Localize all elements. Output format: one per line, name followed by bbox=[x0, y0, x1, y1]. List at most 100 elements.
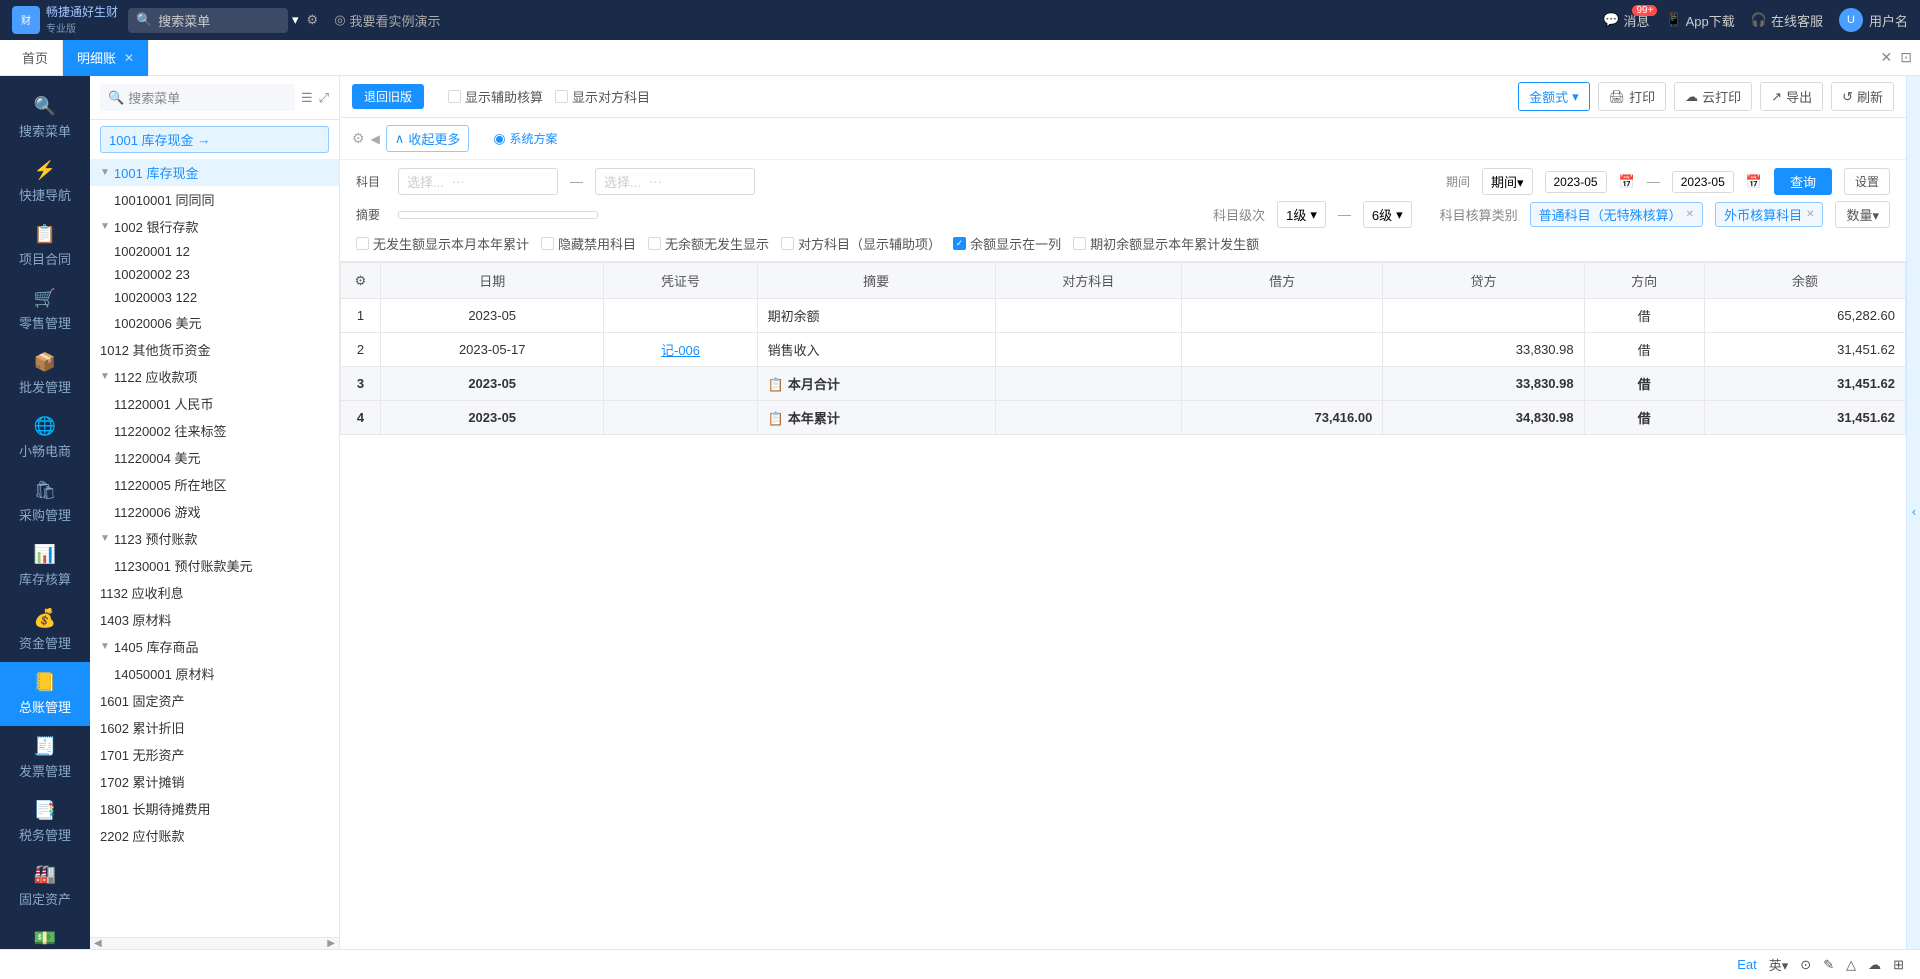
filter-config-icon[interactable]: ⚙ bbox=[352, 130, 365, 147]
tree-node-1601[interactable]: 1601 固定资产 bbox=[90, 687, 339, 714]
bottom-icon-4[interactable]: ☁ bbox=[1868, 957, 1881, 973]
tree-toggle-1405[interactable]: ▼ bbox=[100, 641, 110, 652]
eat-button[interactable]: Eat bbox=[1737, 957, 1757, 972]
tree-toggle-1001[interactable]: ▼ bbox=[100, 167, 110, 178]
query-button[interactable]: 查询 bbox=[1774, 168, 1832, 195]
tree-node-1602[interactable]: 1602 累计折旧 bbox=[90, 714, 339, 741]
summary-input[interactable] bbox=[398, 211, 598, 219]
period-end-input[interactable]: 2023-05 bbox=[1672, 171, 1734, 193]
export-button[interactable]: ↗ 导出 bbox=[1760, 82, 1823, 111]
bottom-icon-3[interactable]: △ bbox=[1846, 957, 1856, 973]
tree-node-1001[interactable]: ▼ 1001 库存现金 bbox=[90, 159, 339, 186]
sidebar-item-quick[interactable]: ⚡ 快捷导航 bbox=[0, 150, 90, 214]
tree-node-11220004[interactable]: 11220004 美元 bbox=[90, 444, 339, 471]
tree-node-1702[interactable]: 1702 累计摊销 bbox=[90, 768, 339, 795]
tree-node-11220005[interactable]: 11220005 所在地区 bbox=[90, 471, 339, 498]
cb-no-balance2[interactable]: 无余额无发生显示 bbox=[648, 234, 769, 253]
sidebar-item-wholesale[interactable]: 📦 批发管理 bbox=[0, 342, 90, 406]
tree-node-10020006[interactable]: 10020006 美元 bbox=[90, 309, 339, 336]
tree-node-11220001[interactable]: 11220001 人民币 bbox=[90, 390, 339, 417]
col-gear[interactable]: ⚙ bbox=[341, 263, 381, 299]
window-restore-icon[interactable]: ⊡ bbox=[1900, 49, 1912, 66]
tree-node-1132[interactable]: 1132 应收利息 bbox=[90, 579, 339, 606]
tree-node-11220002[interactable]: 11220002 往来标签 bbox=[90, 417, 339, 444]
account-list-view-icon[interactable]: ☰ bbox=[301, 90, 313, 106]
tab-home[interactable]: 首页 bbox=[8, 40, 63, 76]
tree-toggle-1122[interactable]: ▼ bbox=[100, 371, 110, 382]
tree-node-14050001[interactable]: 14050001 原材料 bbox=[90, 660, 339, 687]
tree-node-11220006[interactable]: 11220006 游戏 bbox=[90, 498, 339, 525]
qty-button[interactable]: 数量▾ bbox=[1835, 201, 1890, 228]
tree-node-10020002[interactable]: 10020002 23 bbox=[90, 263, 339, 286]
tree-toggle-1002[interactable]: ▼ bbox=[100, 221, 110, 232]
account-search-input[interactable]: 🔍 搜索菜单 bbox=[100, 84, 295, 111]
sidebar-item-general[interactable]: 📒 总账管理 bbox=[0, 662, 90, 726]
sidebar-item-purchase[interactable]: 🛍 采购管理 bbox=[0, 470, 90, 534]
cb-period-balance[interactable]: 期初余额显示本年累计发生额 bbox=[1073, 234, 1259, 253]
bottom-icon-1[interactable]: ⊙ bbox=[1800, 957, 1811, 973]
sidebar-item-project[interactable]: 📋 项目合同 bbox=[0, 214, 90, 278]
refresh-button[interactable]: ↺ 刷新 bbox=[1831, 82, 1894, 111]
sidebar-item-retail[interactable]: 🛒 零售管理 bbox=[0, 278, 90, 342]
scroll-right-arrow[interactable]: ▶ bbox=[327, 938, 335, 949]
global-search[interactable]: 🔍 搜索菜单 bbox=[128, 8, 288, 33]
sidebar-item-search[interactable]: 🔍 搜索菜单 bbox=[0, 86, 90, 150]
cell-voucher-2[interactable]: 记-006 bbox=[604, 333, 757, 367]
type-tag-1-close[interactable]: ✕ bbox=[1806, 209, 1814, 220]
filter-collapse-arrow[interactable]: ◀ bbox=[371, 132, 380, 146]
selected-account-tag[interactable]: 1001 库存现金 → bbox=[100, 126, 329, 153]
bottom-icon-2[interactable]: ✎ bbox=[1823, 957, 1834, 973]
period-end-calendar-icon[interactable]: 📅 bbox=[1746, 174, 1762, 190]
sidebar-item-salary[interactable]: 💵 工资 bbox=[0, 918, 90, 949]
message-button[interactable]: 💬 消息 99+ bbox=[1603, 11, 1649, 30]
bottom-icon-5[interactable]: ⊞ bbox=[1893, 957, 1904, 973]
settings-icon[interactable]: ⚙ bbox=[307, 12, 319, 28]
cloud-print-button[interactable]: ☁ 云打印 bbox=[1674, 82, 1752, 111]
back-to-old-button[interactable]: 退回旧版 bbox=[352, 84, 424, 109]
print-button[interactable]: 🖨 打印 bbox=[1598, 82, 1667, 111]
type-tag-0[interactable]: 普通科目（无特殊核算） ✕ bbox=[1530, 202, 1703, 227]
tree-node-1701[interactable]: 1701 无形资产 bbox=[90, 741, 339, 768]
sidebar-item-invoice[interactable]: 🧾 发票管理 bbox=[0, 726, 90, 790]
tree-node-1801[interactable]: 1801 长期待摊费用 bbox=[90, 795, 339, 822]
language-button[interactable]: 英▾ bbox=[1769, 955, 1789, 974]
sidebar-item-capital[interactable]: 💰 资金管理 bbox=[0, 598, 90, 662]
level-start-select[interactable]: 1级 ▾ bbox=[1277, 201, 1326, 228]
tree-node-1405[interactable]: ▼ 1405 库存商品 bbox=[90, 633, 339, 660]
tree-node-1012[interactable]: 1012 其他货币资金 bbox=[90, 336, 339, 363]
sidebar-item-tax[interactable]: 📑 税务管理 bbox=[0, 790, 90, 854]
tree-toggle-1123[interactable]: ▼ bbox=[100, 533, 110, 544]
show-audit-checkbox[interactable]: 显示辅助核算 bbox=[448, 87, 543, 106]
voucher-link-2[interactable]: 记-006 bbox=[661, 343, 700, 358]
tree-node-1403[interactable]: 1403 原材料 bbox=[90, 606, 339, 633]
online-service-button[interactable]: 🎧 在线客服 bbox=[1751, 11, 1823, 30]
tree-node-1002[interactable]: ▼ 1002 银行存款 bbox=[90, 213, 339, 240]
tree-node-10010001[interactable]: 10010001 同同同 bbox=[90, 186, 339, 213]
tree-node-2202[interactable]: 2202 应付账款 bbox=[90, 822, 339, 849]
tree-node-11230001[interactable]: 11230001 预付账款美元 bbox=[90, 552, 339, 579]
type-tag-0-close[interactable]: ✕ bbox=[1686, 209, 1694, 220]
sidebar-item-inventory[interactable]: 📊 库存核算 bbox=[0, 534, 90, 598]
type-tag-1[interactable]: 外币核算科目 ✕ bbox=[1715, 202, 1823, 227]
user-menu[interactable]: U 用户名 bbox=[1839, 8, 1908, 32]
right-collapse-panel[interactable]: › bbox=[1906, 76, 1920, 949]
cb-hide-disabled[interactable]: 隐藏禁用科目 bbox=[541, 234, 636, 253]
sidebar-item-assets[interactable]: 🏭 固定资产 bbox=[0, 854, 90, 918]
period-mode-select[interactable]: 期间▾ bbox=[1482, 168, 1533, 195]
cb-no-balance[interactable]: 无发生额显示本月本年累计 bbox=[356, 234, 529, 253]
subject-start-input[interactable]: 选择... ··· bbox=[398, 168, 558, 195]
account-tag-arrow[interactable]: → bbox=[198, 132, 211, 147]
tab-close-icon[interactable]: ✕ bbox=[124, 51, 134, 65]
account-expand-icon[interactable]: ⤢ bbox=[319, 90, 329, 106]
level-end-select[interactable]: 6级 ▾ bbox=[1363, 201, 1412, 228]
demo-link[interactable]: ◎ 我要看实例演示 bbox=[334, 11, 440, 30]
tree-node-10020001[interactable]: 10020001 12 bbox=[90, 240, 339, 263]
period-start-input[interactable]: 2023-05 bbox=[1545, 171, 1607, 193]
app-download-button[interactable]: 📱 App下载 bbox=[1665, 11, 1734, 30]
expand-more-button[interactable]: ∧ 收起更多 bbox=[386, 125, 470, 152]
tree-node-1123[interactable]: ▼ 1123 预付账款 bbox=[90, 525, 339, 552]
tree-node-10020003[interactable]: 10020003 122 bbox=[90, 286, 339, 309]
window-close-icon[interactable]: ✕ bbox=[1881, 49, 1893, 66]
tree-node-1122[interactable]: ▼ 1122 应收款项 bbox=[90, 363, 339, 390]
scroll-left-arrow[interactable]: ◀ bbox=[94, 938, 102, 949]
